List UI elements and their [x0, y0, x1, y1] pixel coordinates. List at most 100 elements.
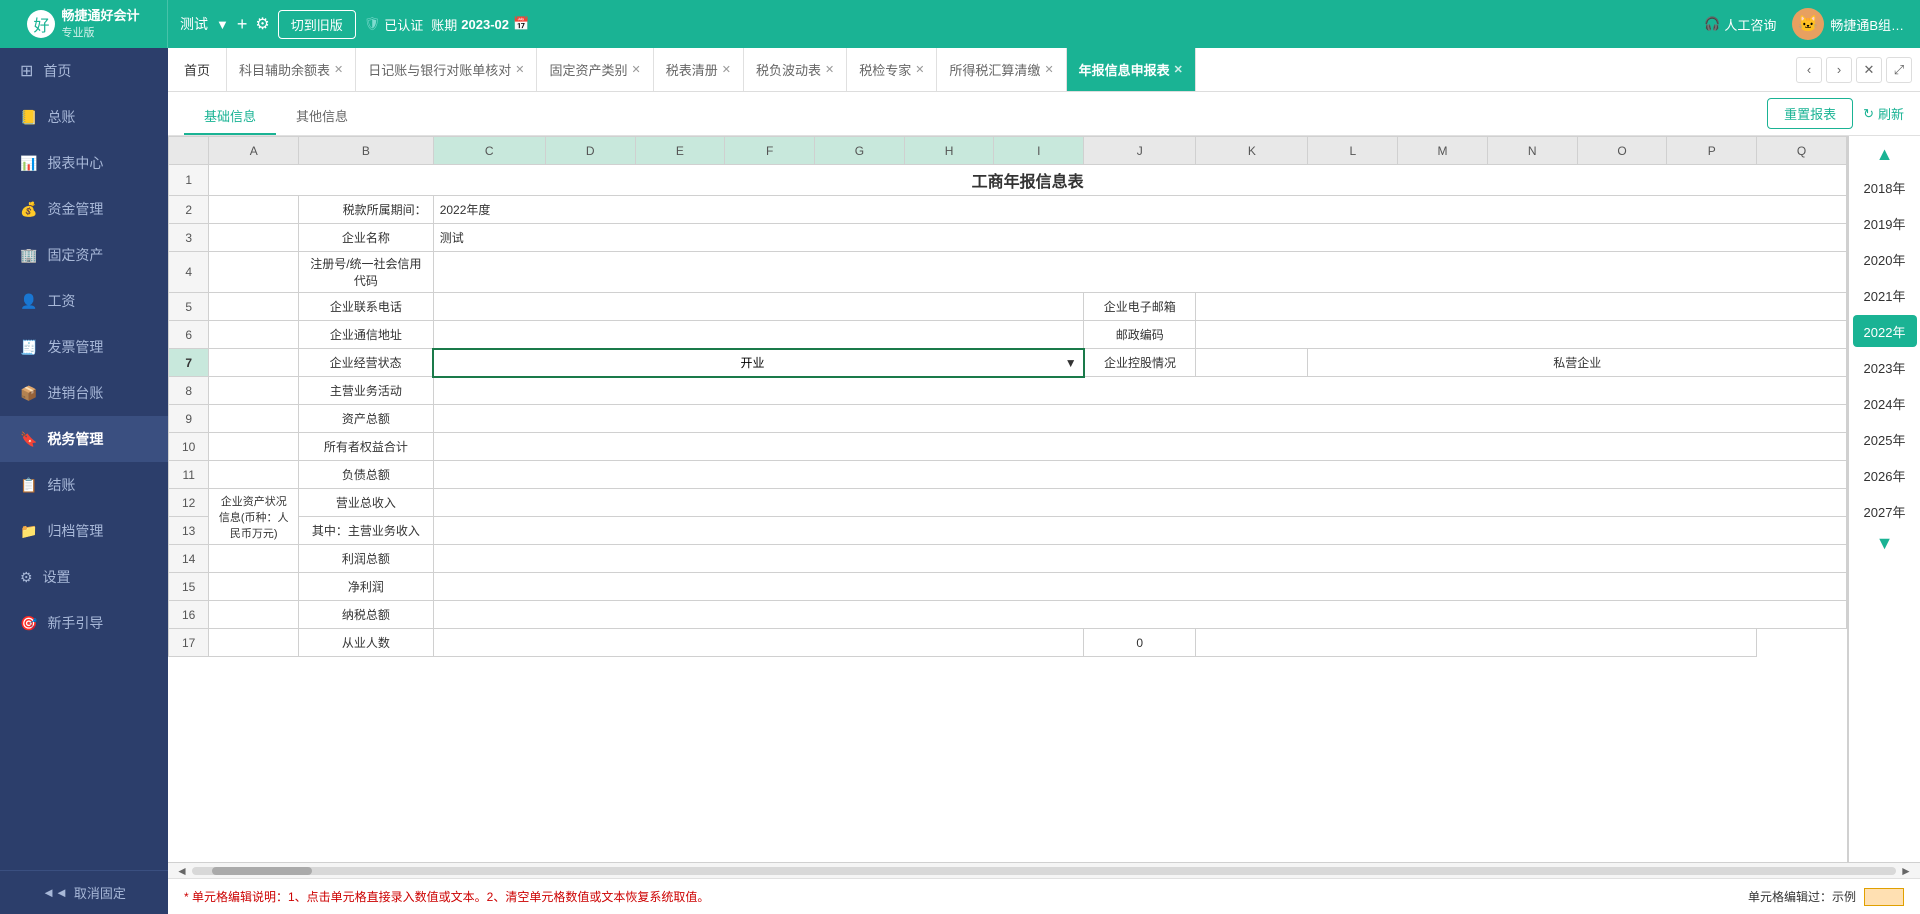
year-item-2021[interactable]: 2021年 — [1853, 279, 1917, 311]
year-item-2018[interactable]: 2018年 — [1853, 171, 1917, 203]
sidebar-item-invoice[interactable]: 🧾 发票管理 — [0, 324, 168, 370]
employee-count-cell[interactable] — [433, 629, 1083, 657]
year-item-2025[interactable]: 2025年 — [1853, 423, 1917, 455]
sidebar-item-tutorial[interactable]: 🎯 新手引导 — [0, 600, 168, 646]
tab-home[interactable]: 首页 — [168, 48, 227, 91]
company-name-cell[interactable]: 测试 — [433, 224, 1846, 252]
tab-scroll-right-button[interactable]: › — [1826, 57, 1852, 83]
col-header-f: F — [725, 137, 815, 165]
close-all-tabs-button[interactable]: ✕ — [1856, 57, 1882, 83]
col-header-p: P — [1667, 137, 1757, 165]
tutorial-icon: 🎯 — [20, 615, 37, 632]
table-row: 11 负债总额 — [169, 461, 1847, 489]
main-revenue-cell[interactable] — [433, 517, 1846, 545]
switch-version-button[interactable]: 切到旧版 — [278, 10, 356, 39]
h-scrollbar[interactable]: ◄ ► — [168, 862, 1920, 878]
postal-code-cell[interactable] — [1196, 321, 1847, 349]
headset-icon: 🎧 — [1704, 16, 1720, 32]
sidebar-item-archive[interactable]: 📁 归档管理 — [0, 508, 168, 554]
dropdown-arrow-icon[interactable]: ▼ — [216, 17, 229, 32]
tab-other-info[interactable]: 其他信息 — [276, 98, 368, 135]
expand-icon[interactable]: ⤢ — [1886, 57, 1912, 83]
sidebar-item-settings[interactable]: ⚙ 设置 — [0, 554, 168, 600]
sidebar-item-assets[interactable]: 🏢 固定资产 — [0, 232, 168, 278]
tab-tax-fluctuation[interactable]: 税负波动表 ✕ — [744, 48, 847, 91]
registration-number-cell[interactable] — [433, 252, 1846, 293]
tab-tax-expert[interactable]: 税检专家 ✕ — [847, 48, 937, 91]
tab-bank-reconcile[interactable]: 日记账与银行对账单核对 ✕ — [356, 48, 537, 91]
inner-tabs-area: 基础信息 其他信息 — [184, 92, 368, 135]
sidebar-item-close-period[interactable]: 📋 结账 — [0, 462, 168, 508]
year-item-2022[interactable]: 2022年 — [1853, 315, 1917, 347]
business-status-cell[interactable]: 开业 ▼ — [433, 349, 1083, 377]
add-tab-icon[interactable]: + — [237, 14, 248, 35]
refresh-icon: ↻ — [1863, 106, 1874, 122]
net-profit-cell[interactable] — [433, 573, 1846, 601]
holding-type-cell[interactable]: 私营企业 — [1308, 349, 1847, 377]
table-row: 2 税款所属期间： 2022年度 — [169, 196, 1847, 224]
tab-fixed-assets[interactable]: 固定资产类别 ✕ — [537, 48, 653, 91]
email-cell[interactable] — [1196, 293, 1847, 321]
cancel-fixed-button[interactable]: ◄◄ 取消固定 — [0, 870, 168, 914]
spreadsheet-container[interactable]: A B C D E F G H I J K L — [168, 136, 1848, 862]
user-avatar-area[interactable]: 🐱 畅捷通B组… — [1792, 8, 1904, 40]
tab-basic-info[interactable]: 基础信息 — [184, 98, 276, 135]
tab-annual-report[interactable]: 年报信息申报表 ✕ — [1067, 48, 1196, 91]
dropdown-indicator[interactable]: ▼ — [1065, 356, 1077, 370]
tab-auxiliary-ledger[interactable]: 科目辅助余额表 ✕ — [227, 48, 356, 91]
year-item-2027[interactable]: 2027年 — [1853, 495, 1917, 527]
total-profit-cell[interactable] — [433, 545, 1846, 573]
close-tab-6-icon[interactable]: ✕ — [915, 63, 924, 76]
close-tab-1-icon[interactable]: ✕ — [334, 63, 343, 76]
close-tab-2-icon[interactable]: ✕ — [515, 63, 524, 76]
year-item-2024[interactable]: 2024年 — [1853, 387, 1917, 419]
tab-income-tax[interactable]: 所得税汇算清缴 ✕ — [937, 48, 1066, 91]
refresh-button[interactable]: ↻ 刷新 — [1863, 104, 1904, 123]
year-item-2023[interactable]: 2023年 — [1853, 351, 1917, 383]
year-item-2026[interactable]: 2026年 — [1853, 459, 1917, 491]
sidebar-item-finance[interactable]: 💰 资金管理 — [0, 186, 168, 232]
archive-icon: 📁 — [20, 523, 37, 540]
total-assets-cell[interactable] — [433, 405, 1846, 433]
sidebar-item-payroll[interactable]: 👤 工资 — [0, 278, 168, 324]
service-button[interactable]: 🎧 人工咨询 — [1704, 15, 1776, 34]
col-header-d: D — [545, 137, 635, 165]
tab-scroll-left-button[interactable]: ‹ — [1796, 57, 1822, 83]
main-business-cell[interactable] — [433, 377, 1846, 405]
sidebar-item-reports[interactable]: 📊 报表中心 — [0, 140, 168, 186]
col-header-h: H — [904, 137, 994, 165]
sidebar: ⊞ 首页 📒 总账 📊 报表中心 💰 资金管理 🏢 固定资产 👤 工资 — [0, 48, 168, 914]
total-liabilities-cell[interactable] — [433, 461, 1846, 489]
year-scroll-down-button[interactable]: ▼ — [1876, 529, 1894, 558]
col-header-c: C — [433, 137, 545, 165]
example-label: 单元格编辑过：示例 — [1748, 888, 1856, 905]
sidebar-item-home[interactable]: ⊞ 首页 — [0, 48, 168, 94]
close-tab-8-icon[interactable]: ✕ — [1174, 63, 1183, 76]
close-tab-5-icon[interactable]: ✕ — [825, 63, 834, 76]
table-row: 10 所有者权益合计 — [169, 433, 1847, 461]
sidebar-item-ledger[interactable]: 📒 总账 — [0, 94, 168, 140]
toolbar-area: 重置报表 ↻ 刷新 — [1767, 92, 1904, 135]
year-item-2020[interactable]: 2020年 — [1853, 243, 1917, 275]
year-item-2019[interactable]: 2019年 — [1853, 207, 1917, 239]
year-sidebar: ▲ 2018年 2019年 2020年 2021年 2022年 2023年 20… — [1848, 136, 1920, 862]
sidebar-item-tax[interactable]: 🔖 税务管理 — [0, 416, 168, 462]
close-tab-3-icon[interactable]: ✕ — [632, 63, 641, 76]
address-cell[interactable] — [433, 321, 1083, 349]
close-tab-4-icon[interactable]: ✕ — [722, 63, 731, 76]
total-revenue-cell[interactable] — [433, 489, 1846, 517]
close-tab-7-icon[interactable]: ✕ — [1044, 63, 1053, 76]
ledger-icon: 📒 — [20, 109, 37, 126]
sidebar-item-inventory[interactable]: 📦 进销台账 — [0, 370, 168, 416]
settings-icon[interactable]: ⚙ — [255, 14, 269, 34]
tax-period-cell[interactable]: 2022年度 — [433, 196, 1846, 224]
reset-report-button[interactable]: 重置报表 — [1767, 98, 1853, 129]
year-scroll-up-button[interactable]: ▲ — [1876, 140, 1894, 169]
home-tab-label: 首页 — [184, 60, 210, 79]
phone-cell[interactable] — [433, 293, 1083, 321]
total-tax-cell[interactable] — [433, 601, 1846, 629]
calendar-icon[interactable]: 📅 — [513, 16, 529, 32]
title-cell[interactable]: 工商年报信息表 — [209, 165, 1847, 196]
equity-cell[interactable] — [433, 433, 1846, 461]
tab-tax-forms[interactable]: 税表清册 ✕ — [654, 48, 744, 91]
